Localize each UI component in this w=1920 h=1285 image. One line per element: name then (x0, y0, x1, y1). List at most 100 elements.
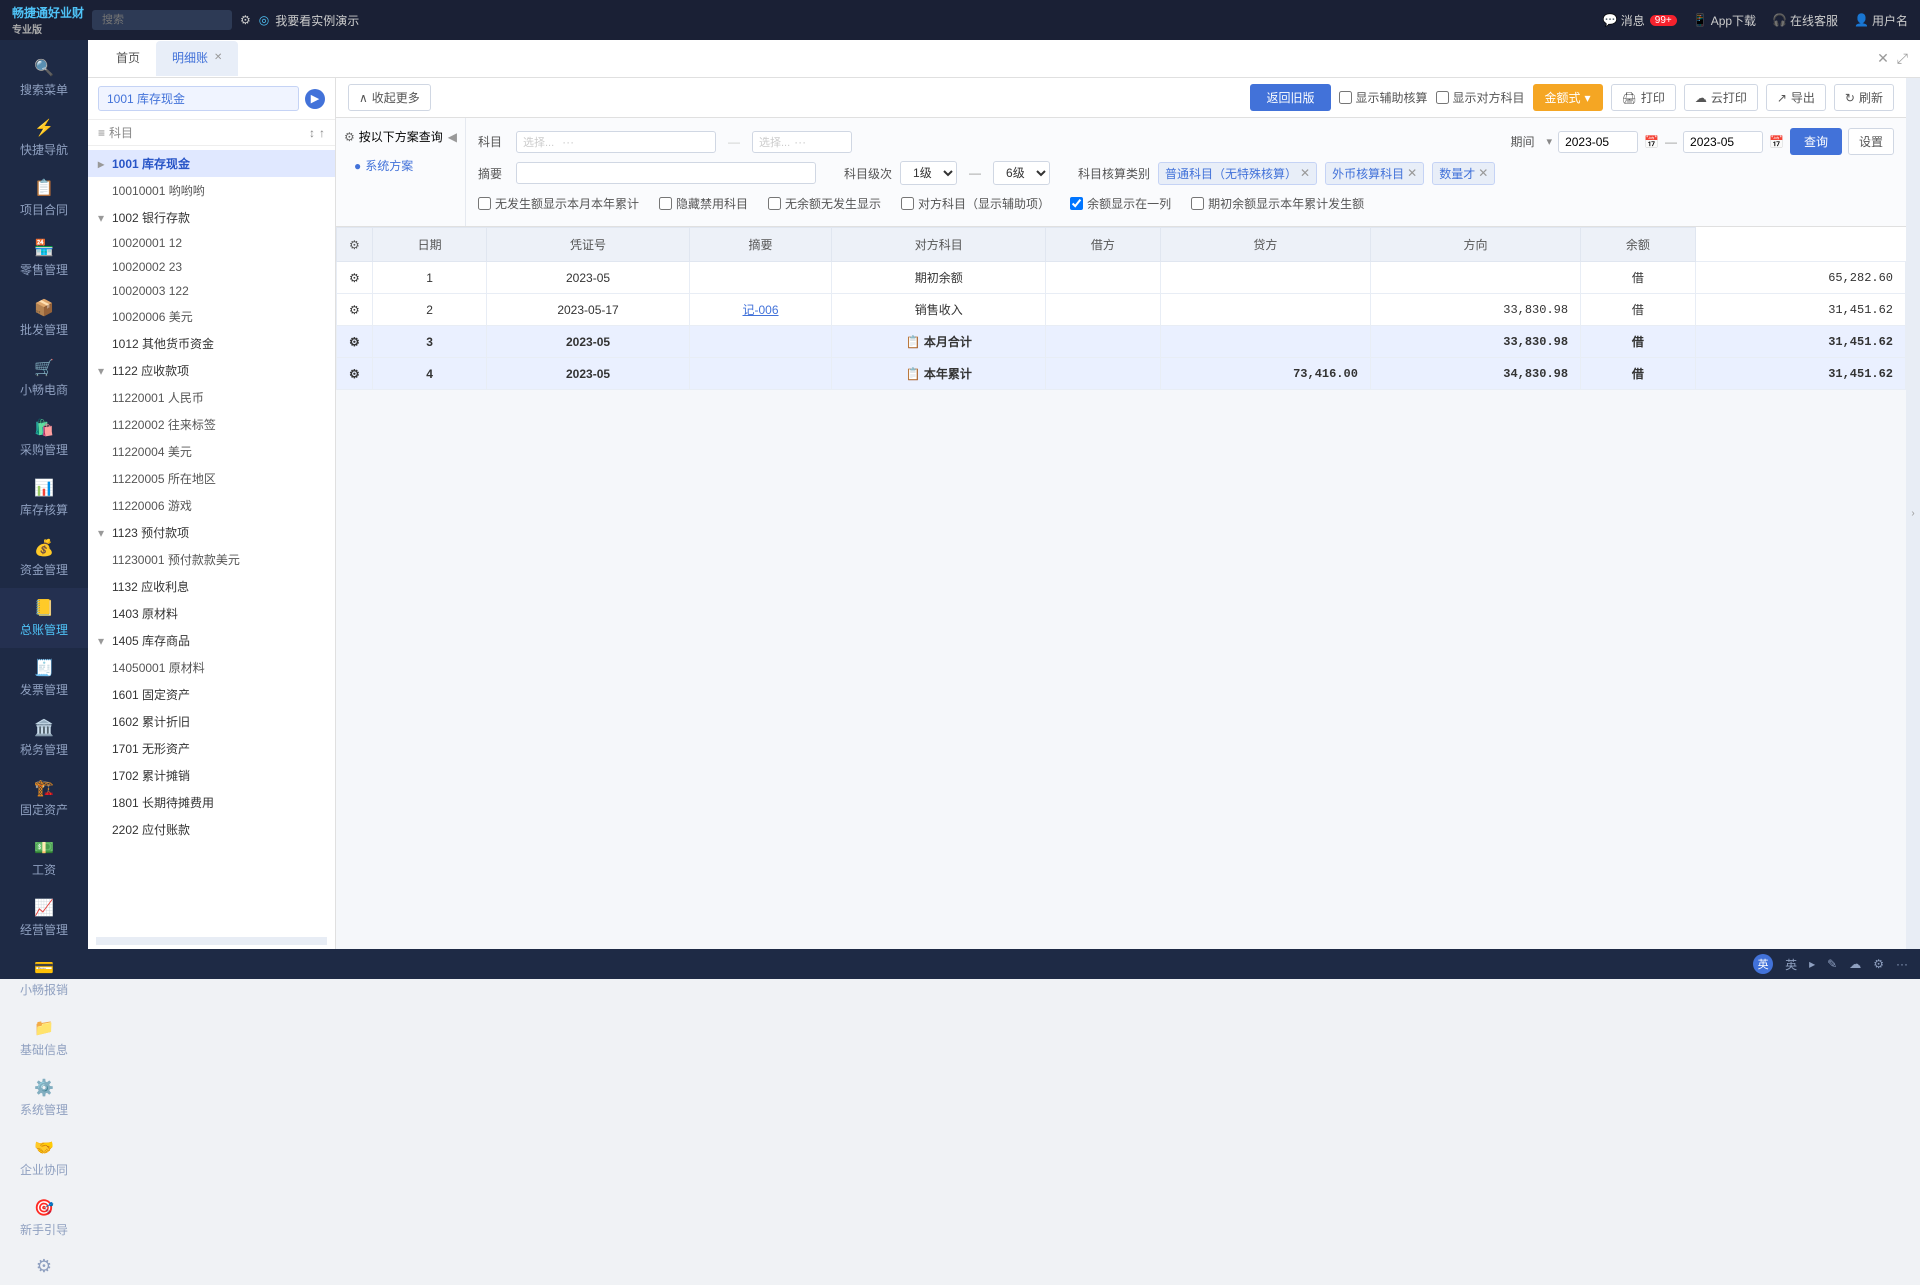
cal-icon-start[interactable]: 📅 (1644, 135, 1659, 149)
tree-menu-icon[interactable]: ≡ (98, 126, 105, 140)
checkbox-hide-disabled[interactable]: 隐藏禁用科目 (659, 195, 748, 212)
tab-detail[interactable]: 明细账 ✕ (156, 41, 238, 76)
tree-scrollbar-x[interactable] (96, 937, 327, 945)
row-settings-2[interactable]: ⚙ (337, 294, 373, 326)
window-maximize-icon[interactable]: ⤢ (1897, 50, 1908, 67)
tree-item-11220001[interactable]: 11220001 人民币 (88, 384, 335, 411)
online-service-btn[interactable]: 🎧 在线客服 (1772, 12, 1838, 29)
tree-item-1132[interactable]: 1132 应收利息 (88, 573, 335, 600)
sidebar-item-invoice[interactable]: 🧾 发票管理 (0, 648, 88, 708)
sidebar-item-project[interactable]: 📋 项目合同 (0, 168, 88, 228)
cal-icon-end[interactable]: 📅 (1769, 135, 1784, 149)
show-counterpart-input[interactable] (1436, 91, 1449, 104)
tree-item-10010001[interactable]: 10010001 哟哟哟 (88, 177, 335, 204)
tree-item-10020002[interactable]: 10020002 23 (88, 255, 335, 279)
setting-btn[interactable]: 设置 (1848, 128, 1894, 155)
account-nav-btn[interactable]: ▶ (305, 89, 325, 109)
subject-level-end-select[interactable]: 6级5级4级 (993, 161, 1050, 185)
tree-item-1801[interactable]: 1801 长期待摊费用 (88, 789, 335, 816)
period-dropdown-icon[interactable]: ▾ (1547, 135, 1553, 148)
sidebar-item-ledger[interactable]: 📒 总账管理 (0, 588, 88, 648)
top-nav-settings[interactable]: ⚙ (240, 13, 251, 27)
right-collapse-btn[interactable]: › (1906, 78, 1920, 949)
app-download-btn[interactable]: 📱 App下载 (1693, 12, 1756, 29)
tree-item-1602[interactable]: 1602 累计折旧 (88, 708, 335, 735)
print-btn[interactable]: 🖨 打印 (1611, 84, 1676, 111)
checkbox-no-balance-input[interactable] (478, 197, 491, 210)
message-btn[interactable]: 💬 消息 99+ (1603, 12, 1677, 29)
sidebar-item-wholesale[interactable]: 📦 批发管理 (0, 288, 88, 348)
sidebar-settings-btn[interactable]: ⚙ (36, 1248, 52, 1285)
refresh-btn[interactable]: ↻ 刷新 (1834, 84, 1894, 111)
query-search-btn[interactable]: 查询 (1790, 128, 1842, 155)
sidebar-item-payroll[interactable]: 💵 工资 (0, 828, 88, 888)
status-edit[interactable]: ✎ (1827, 957, 1837, 971)
checkbox-no-balance2-input[interactable] (768, 197, 781, 210)
tree-item-1123[interactable]: ▾ 1123 预付款项 (88, 519, 335, 546)
sidebar-item-operations[interactable]: 📈 经营管理 (0, 888, 88, 948)
window-close-icon[interactable]: ✕ (1877, 50, 1889, 67)
show-aux-input[interactable] (1339, 91, 1352, 104)
tag-remove-quantity[interactable]: ✕ (1478, 166, 1488, 180)
tab-detail-close[interactable]: ✕ (214, 52, 222, 63)
checkbox-counterpart-input[interactable] (901, 197, 914, 210)
row-settings-1[interactable]: ⚙ (337, 262, 373, 294)
tree-item-1601[interactable]: 1601 固定资产 (88, 681, 335, 708)
tree-item-11220004[interactable]: 11220004 美元 (88, 438, 335, 465)
period-end-input[interactable] (1683, 131, 1763, 153)
checkbox-balance-one-col[interactable]: 余额显示在一列 (1070, 195, 1171, 212)
tree-item-1001[interactable]: ▸ 1001 库存现金 (88, 150, 335, 177)
status-dot[interactable]: ▸ (1809, 957, 1815, 971)
tree-item-1002[interactable]: ▾ 1002 银行存款 (88, 204, 335, 231)
subject-input-group[interactable]: 选择... ··· (516, 131, 716, 153)
format-btn[interactable]: 金额式 ▾ (1533, 84, 1603, 111)
tree-item-1405[interactable]: ▾ 1405 库存商品 (88, 627, 335, 654)
tree-item-10020006[interactable]: 10020006 美元 (88, 303, 335, 330)
status-lang[interactable]: 英 (1753, 954, 1773, 974)
demo-link[interactable]: ◎ 我要看实例演示 (259, 12, 360, 29)
checkbox-counterpart[interactable]: 对方科目（显示辅助项） (901, 195, 1050, 212)
period-start-input[interactable] (1558, 131, 1638, 153)
tag-remove-foreign[interactable]: ✕ (1407, 166, 1417, 180)
tree-item-11220006[interactable]: 11220006 游戏 (88, 492, 335, 519)
row-settings-3[interactable]: ⚙ (337, 326, 373, 358)
tree-item-2202[interactable]: 2202 应付账款 (88, 816, 335, 843)
status-gear[interactable]: ⚙ (1873, 957, 1884, 971)
sidebar-item-guide[interactable]: 🎯 新手引导 (0, 1188, 88, 1248)
sidebar-item-tax[interactable]: 🏛️ 税务管理 (0, 708, 88, 768)
sidebar-item-purchase[interactable]: 🛍️ 采购管理 (0, 408, 88, 468)
sidebar-item-search[interactable]: 🔍 搜索菜单 (0, 48, 88, 108)
row-settings-4[interactable]: ⚙ (337, 358, 373, 390)
subject-level-start-select[interactable]: 1级2级3级 (900, 161, 957, 185)
sidebar-item-marketing[interactable]: 💳 小畅报销 (0, 948, 88, 1008)
cloud-print-btn[interactable]: ☁ 云打印 (1684, 84, 1758, 111)
query-arrow-icon[interactable]: ◀ (448, 130, 457, 144)
status-more[interactable]: ··· (1896, 957, 1908, 971)
sidebar-item-system[interactable]: ⚙️ 系统管理 (0, 1068, 88, 1128)
sidebar-item-shortcut[interactable]: ⚡ 快捷导航 (0, 108, 88, 168)
tree-item-10020001[interactable]: 10020001 12 (88, 231, 335, 255)
tag-remove-normal[interactable]: ✕ (1300, 166, 1310, 180)
show-aux-checkbox[interactable]: 显示辅助核算 (1339, 89, 1428, 106)
sidebar-item-agreement[interactable]: 🤝 企业协同 (0, 1128, 88, 1188)
return-old-btn[interactable]: 返回旧版 (1250, 84, 1330, 111)
status-cloud[interactable]: ☁ (1849, 957, 1861, 971)
global-search-input[interactable] (92, 10, 232, 30)
row-voucher-2[interactable]: 记-006 (689, 294, 832, 326)
tab-home[interactable]: 首页 (100, 41, 156, 76)
checkbox-balance-one-col-input[interactable] (1070, 197, 1083, 210)
tree-item-14050001[interactable]: 14050001 原材料 (88, 654, 335, 681)
checkbox-no-balance[interactable]: 无发生额显示本月本年累计 (478, 195, 639, 212)
checkbox-init-balance-input[interactable] (1191, 197, 1204, 210)
tree-item-11230001[interactable]: 11230001 预付款款美元 (88, 546, 335, 573)
tree-item-10020003[interactable]: 10020003 122 (88, 279, 335, 303)
sidebar-item-capital[interactable]: 💰 资金管理 (0, 528, 88, 588)
export-btn[interactable]: ↗ 导出 (1766, 84, 1826, 111)
tree-expand-icon[interactable]: ↕ (309, 126, 315, 140)
show-counterpart-checkbox[interactable]: 显示对方科目 (1436, 89, 1525, 106)
more-filter-btn[interactable]: ∧ 收起更多 (348, 84, 431, 111)
voucher-link[interactable]: 记-006 (743, 303, 779, 317)
status-en[interactable]: 英 (1785, 956, 1797, 973)
sidebar-item-inventory[interactable]: 📊 库存核算 (0, 468, 88, 528)
tree-item-11220002[interactable]: 11220002 往来标签 (88, 411, 335, 438)
